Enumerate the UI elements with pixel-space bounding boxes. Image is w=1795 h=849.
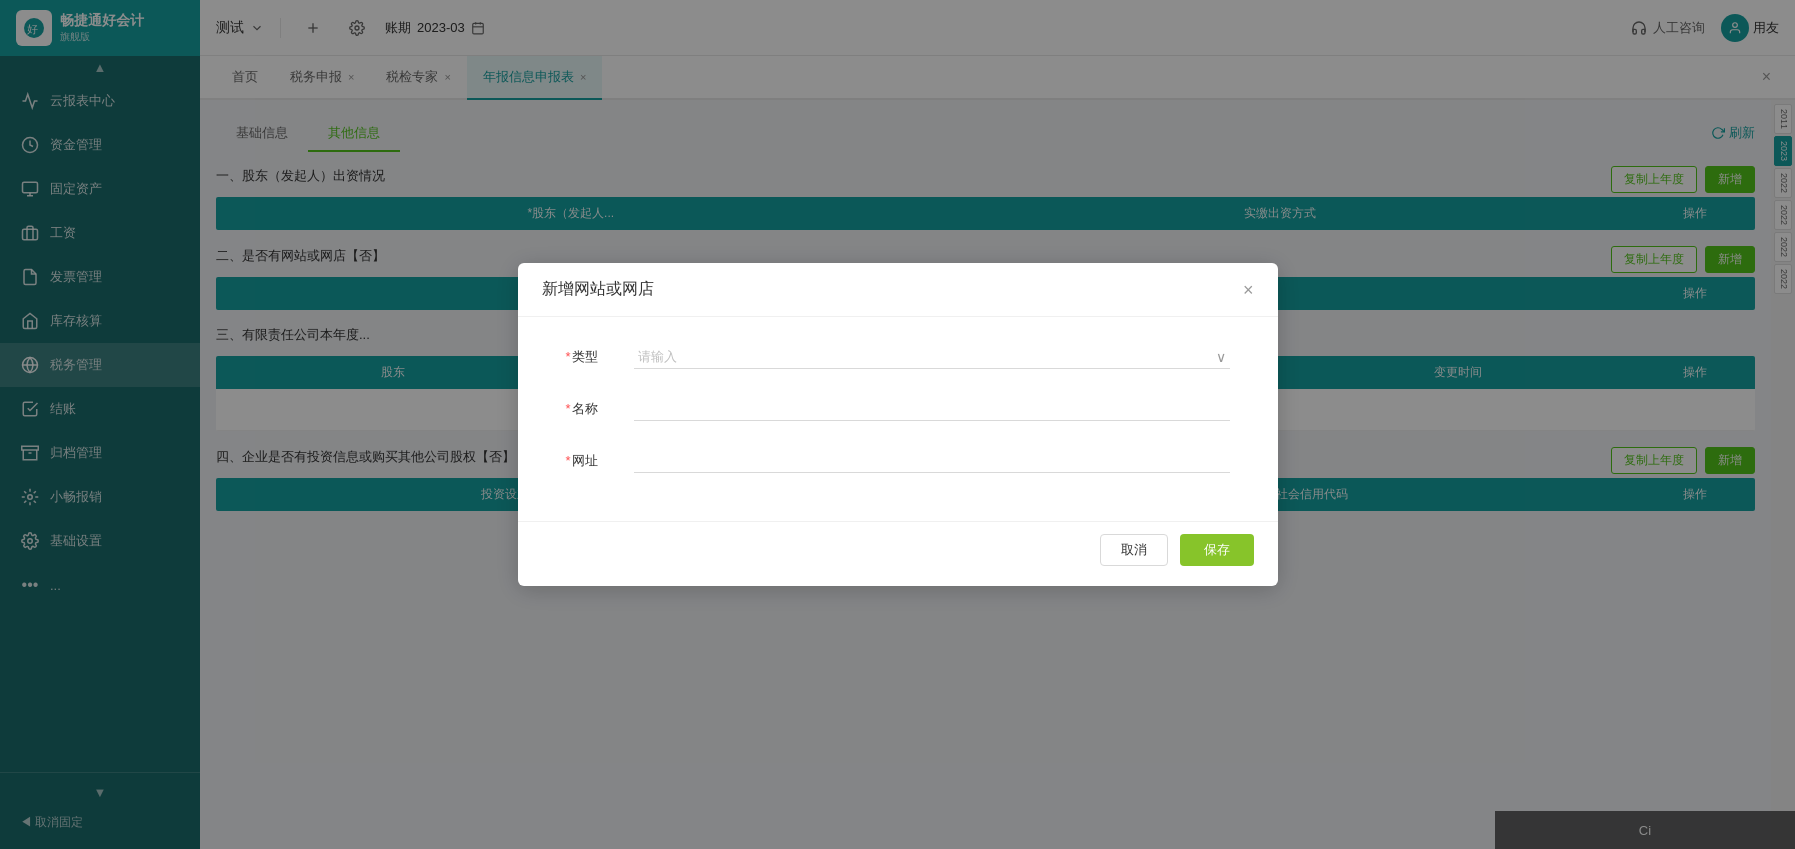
- type-label-text: 类型: [572, 349, 598, 364]
- name-label: *名称: [566, 400, 626, 418]
- url-label-text: 网址: [572, 453, 598, 468]
- required-star-url: *: [566, 453, 571, 468]
- cancel-button[interactable]: 取消: [1100, 534, 1168, 566]
- name-input[interactable]: [634, 397, 1230, 420]
- dialog: 新增网站或网店 × *类型 ∨ *名称: [518, 263, 1278, 586]
- dialog-footer: 取消 保存: [518, 521, 1278, 586]
- form-item-type: *类型 ∨: [566, 345, 1230, 369]
- form-item-url: *网址: [566, 449, 1230, 473]
- name-input-wrap: [634, 397, 1230, 421]
- form-item-name: *名称: [566, 397, 1230, 421]
- type-label: *类型: [566, 348, 626, 366]
- url-input-wrap: [634, 449, 1230, 473]
- required-star-name: *: [566, 401, 571, 416]
- type-input-wrap: ∨: [634, 345, 1230, 369]
- dialog-close-btn[interactable]: ×: [1243, 281, 1254, 299]
- type-input[interactable]: [634, 345, 1230, 368]
- dialog-header: 新增网站或网店 ×: [518, 263, 1278, 317]
- required-star-type: *: [566, 349, 571, 364]
- dialog-body: *类型 ∨ *名称 *网址: [518, 317, 1278, 521]
- url-label: *网址: [566, 452, 626, 470]
- dialog-title: 新增网站或网店: [542, 279, 654, 300]
- save-button[interactable]: 保存: [1180, 534, 1254, 566]
- dialog-overlay[interactable]: 新增网站或网店 × *类型 ∨ *名称: [0, 0, 1795, 849]
- url-input[interactable]: [634, 449, 1230, 472]
- name-label-text: 名称: [572, 401, 598, 416]
